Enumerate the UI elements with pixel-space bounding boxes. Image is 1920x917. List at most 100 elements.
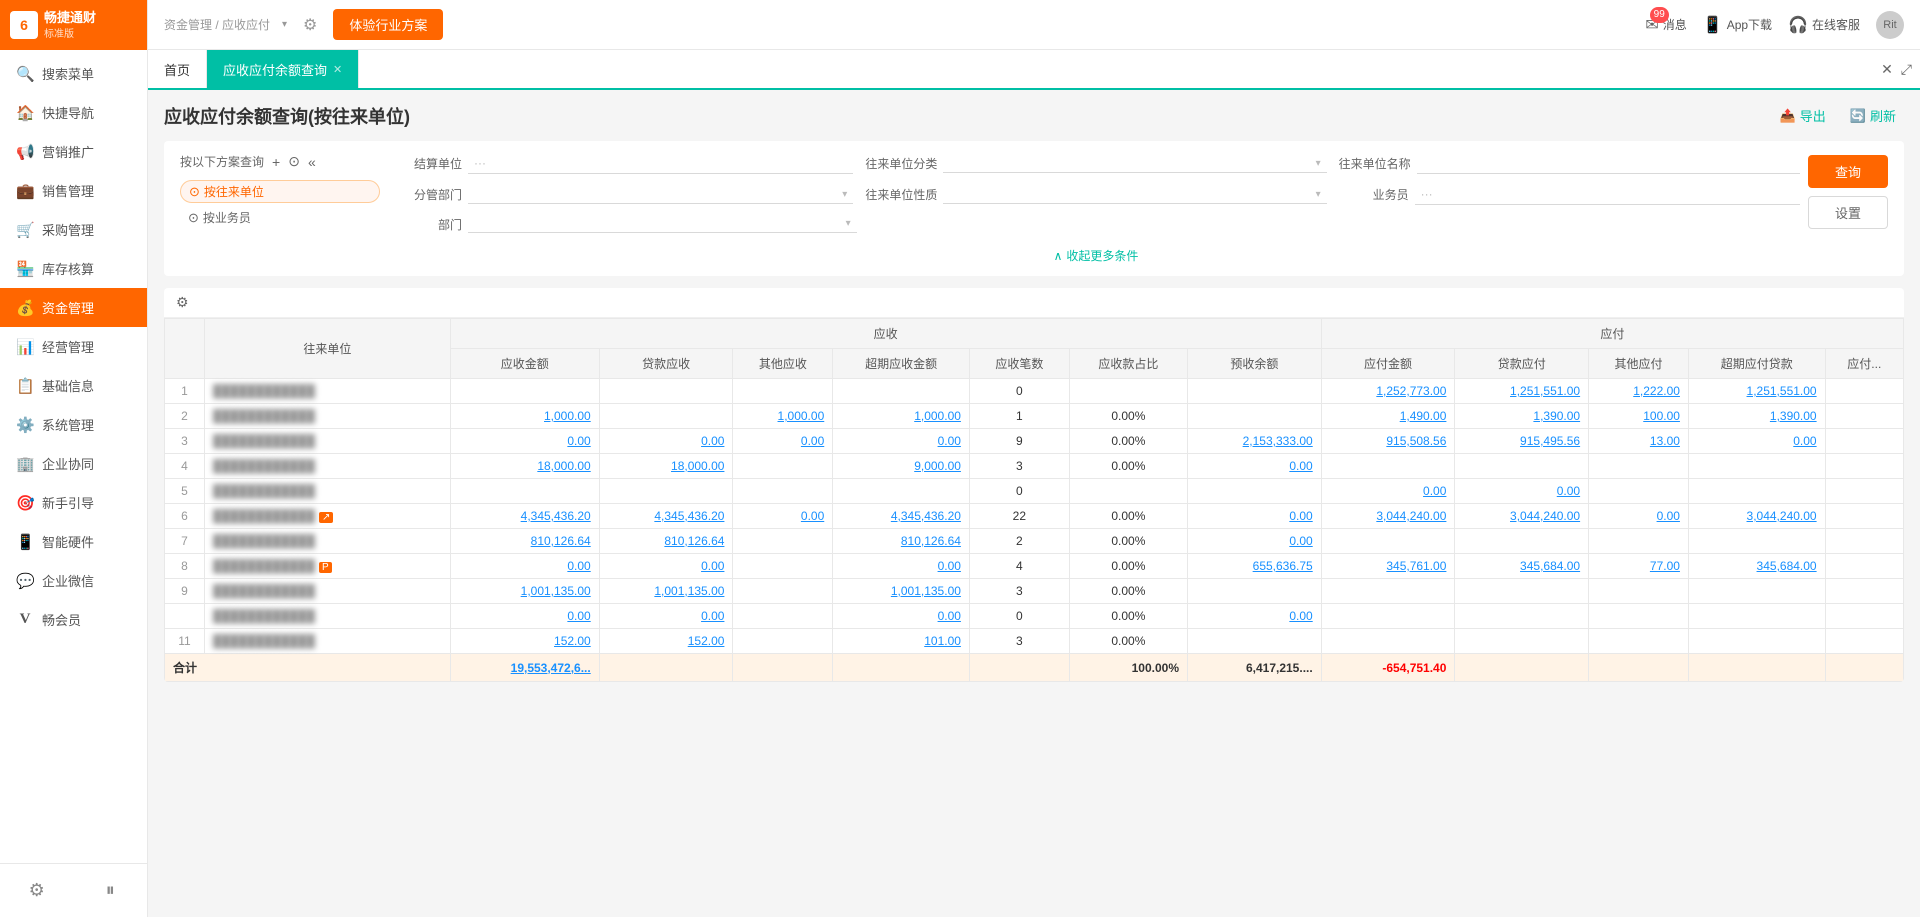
expand-window-icon[interactable]: ⤢ [1901, 61, 1912, 78]
cell-overdue_ap[interactable]: 345,684.00 [1688, 554, 1825, 579]
cell-loan_ap[interactable]: 1,390.00 [1455, 404, 1589, 429]
cell-overdue_ap[interactable]: 1,251,551.00 [1688, 379, 1825, 404]
sidebar-item-purchase[interactable]: 🛒 采购管理 [0, 210, 147, 249]
cell-other_ap[interactable]: 0.00 [1589, 504, 1689, 529]
filter-scheme-by-unit[interactable]: ⊙ 按往来单位 [180, 180, 380, 203]
cell-ap_amount[interactable]: 0.00 [1321, 479, 1455, 504]
tab-ar-ap[interactable]: 应收应付余额查询 ✕ [207, 50, 359, 88]
breadcrumb-chevron-icon[interactable]: ▾ [282, 19, 287, 30]
cell-advance_balance[interactable]: 0.00 [1188, 604, 1322, 629]
cell-advance_balance[interactable]: 655,636.75 [1188, 554, 1322, 579]
cell-loan_ar[interactable]: 1,001,135.00 [599, 579, 733, 604]
filter-add-icon[interactable]: + [272, 154, 280, 170]
sidebar-item-sales[interactable]: 💼 销售管理 [0, 171, 147, 210]
sidebar-item-operations[interactable]: 📊 经营管理 [0, 327, 147, 366]
cell-ar_amount[interactable]: 0.00 [450, 604, 599, 629]
salesman-input[interactable]: ··· [1415, 184, 1800, 205]
cell-loan_ap[interactable]: 345,684.00 [1455, 554, 1589, 579]
topbar-gear-icon[interactable]: ⚙ [303, 15, 317, 35]
cell-other_ap[interactable]: 77.00 [1589, 554, 1689, 579]
dept-select[interactable]: ▾ [468, 215, 857, 233]
message-action[interactable]: ✉ 99 消息 [1645, 15, 1686, 35]
cell-advance_balance[interactable]: 0.00 [1188, 504, 1322, 529]
partner-nature-select[interactable]: ▾ [943, 186, 1326, 204]
cell-overdue_ap[interactable]: 3,044,240.00 [1688, 504, 1825, 529]
sidebar-item-wechat[interactable]: 💬 企业微信 [0, 561, 147, 600]
cell-advance_balance[interactable]: 0.00 [1188, 454, 1322, 479]
close-window-icon[interactable]: ✕ [1881, 61, 1893, 78]
tab-home[interactable]: 首页 [148, 50, 207, 88]
cell-ap_amount[interactable]: 345,761.00 [1321, 554, 1455, 579]
refresh-btn[interactable]: 🔄 刷新 [1842, 102, 1904, 129]
manage-dept-select[interactable]: ▾ [468, 186, 853, 204]
query-btn[interactable]: 查询 [1808, 155, 1888, 188]
partner-category-select[interactable]: ▾ [943, 155, 1326, 173]
cell-loan_ap[interactable]: 0.00 [1455, 479, 1589, 504]
cell-overdue_ap[interactable]: 0.00 [1688, 429, 1825, 454]
cell-overdue_ar[interactable]: 4,345,436.20 [833, 504, 970, 529]
cell-ar_amount[interactable]: 152.00 [450, 629, 599, 654]
cell-ap_amount[interactable]: 3,044,240.00 [1321, 504, 1455, 529]
cell-loan_ap[interactable]: 915,495.56 [1455, 429, 1589, 454]
cell-ar_amount[interactable]: 4,345,436.20 [450, 504, 599, 529]
cell-loan_ap[interactable]: 1,251,551.00 [1455, 379, 1589, 404]
sidebar-item-inventory[interactable]: 🏪 库存核算 [0, 249, 147, 288]
cell-other_ar[interactable]: 1,000.00 [733, 404, 833, 429]
sidebar-item-guide[interactable]: 🎯 新手引导 [0, 483, 147, 522]
sidebar-item-quick-nav[interactable]: 🏠 快捷导航 [0, 93, 147, 132]
cell-ar_amount[interactable]: 18,000.00 [450, 454, 599, 479]
filter-edit-icon[interactable]: ⊙ [288, 153, 300, 170]
cell-ap_amount[interactable]: 915,508.56 [1321, 429, 1455, 454]
cell-loan_ar[interactable]: 0.00 [599, 604, 733, 629]
cell-loan_ar[interactable]: 152.00 [599, 629, 733, 654]
cell-loan_ar[interactable]: 0.00 [599, 429, 733, 454]
cell-ar_amount[interactable]: 1,000.00 [450, 404, 599, 429]
cell-ar_amount[interactable]: 1,001,135.00 [450, 579, 599, 604]
sidebar-item-system[interactable]: ⚙️ 系统管理 [0, 405, 147, 444]
cell-ap_amount[interactable]: 1,490.00 [1321, 404, 1455, 429]
partner-name-input[interactable] [1417, 153, 1800, 174]
sidebar-settings-btn[interactable]: ⚙ [0, 872, 74, 909]
cell-overdue_ar[interactable]: 810,126.64 [833, 529, 970, 554]
summary-ar-amount[interactable]: 19,553,472,6... [450, 654, 599, 682]
online-service-action[interactable]: 🎧 在线客服 [1788, 15, 1860, 35]
filter-collapse-btn[interactable]: ∧ 收起更多条件 [1054, 247, 1139, 264]
cell-overdue_ar[interactable]: 101.00 [833, 629, 970, 654]
table-wrapper[interactable]: 往来单位 应收 应付 应收金额 贷款应收 其他应收 超期应收金额 应收笔数 应收… [164, 318, 1904, 682]
cell-other_ap[interactable]: 13.00 [1589, 429, 1689, 454]
cell-overdue_ar[interactable]: 0.00 [833, 604, 970, 629]
cell-advance_balance[interactable]: 0.00 [1188, 529, 1322, 554]
sidebar-item-finance[interactable]: 💰 资金管理 [0, 288, 147, 327]
cell-overdue_ar[interactable]: 0.00 [833, 554, 970, 579]
filter-collapse-icon[interactable]: « [308, 154, 316, 170]
cell-overdue_ar[interactable]: 9,000.00 [833, 454, 970, 479]
tab-close-icon[interactable]: ✕ [333, 63, 342, 76]
cell-loan_ap[interactable]: 3,044,240.00 [1455, 504, 1589, 529]
cell-loan_ar[interactable]: 810,126.64 [599, 529, 733, 554]
export-btn[interactable]: 📤 导出 [1772, 102, 1834, 129]
cell-loan_ar[interactable]: 0.00 [599, 554, 733, 579]
filter-scheme-by-employee[interactable]: ⊙ 按业务员 [180, 207, 380, 228]
filter-settings-btn[interactable]: 设置 [1808, 196, 1888, 229]
cell-other_ar[interactable]: 0.00 [733, 429, 833, 454]
sidebar-item-smart-hw[interactable]: 📱 智能硬件 [0, 522, 147, 561]
user-avatar-action[interactable]: Rit [1876, 11, 1904, 39]
cell-other_ap[interactable]: 100.00 [1589, 404, 1689, 429]
cell-overdue_ar[interactable]: 1,000.00 [833, 404, 970, 429]
cell-overdue_ap[interactable]: 1,390.00 [1688, 404, 1825, 429]
sidebar-item-vip[interactable]: V 畅会员 [0, 600, 147, 639]
cell-other_ar[interactable]: 0.00 [733, 504, 833, 529]
table-settings-icon[interactable]: ⚙ [176, 294, 189, 311]
sidebar-item-basic-info[interactable]: 📋 基础信息 [0, 366, 147, 405]
sidebar-item-search-menu[interactable]: 🔍 搜索菜单 [0, 54, 147, 93]
cell-advance_balance[interactable]: 2,153,333.00 [1188, 429, 1322, 454]
industry-btn[interactable]: 体验行业方案 [333, 9, 443, 40]
cell-ar_amount[interactable]: 810,126.64 [450, 529, 599, 554]
cell-ap_amount[interactable]: 1,252,773.00 [1321, 379, 1455, 404]
cell-other_ap[interactable]: 1,222.00 [1589, 379, 1689, 404]
cell-ar_amount[interactable]: 0.00 [450, 429, 599, 454]
app-download-action[interactable]: 📱 App下载 [1703, 15, 1772, 35]
sidebar-item-enterprise[interactable]: 🏢 企业协同 [0, 444, 147, 483]
cell-loan_ar[interactable]: 18,000.00 [599, 454, 733, 479]
sidebar-collapse-btn[interactable]: ⏸ [74, 872, 148, 909]
